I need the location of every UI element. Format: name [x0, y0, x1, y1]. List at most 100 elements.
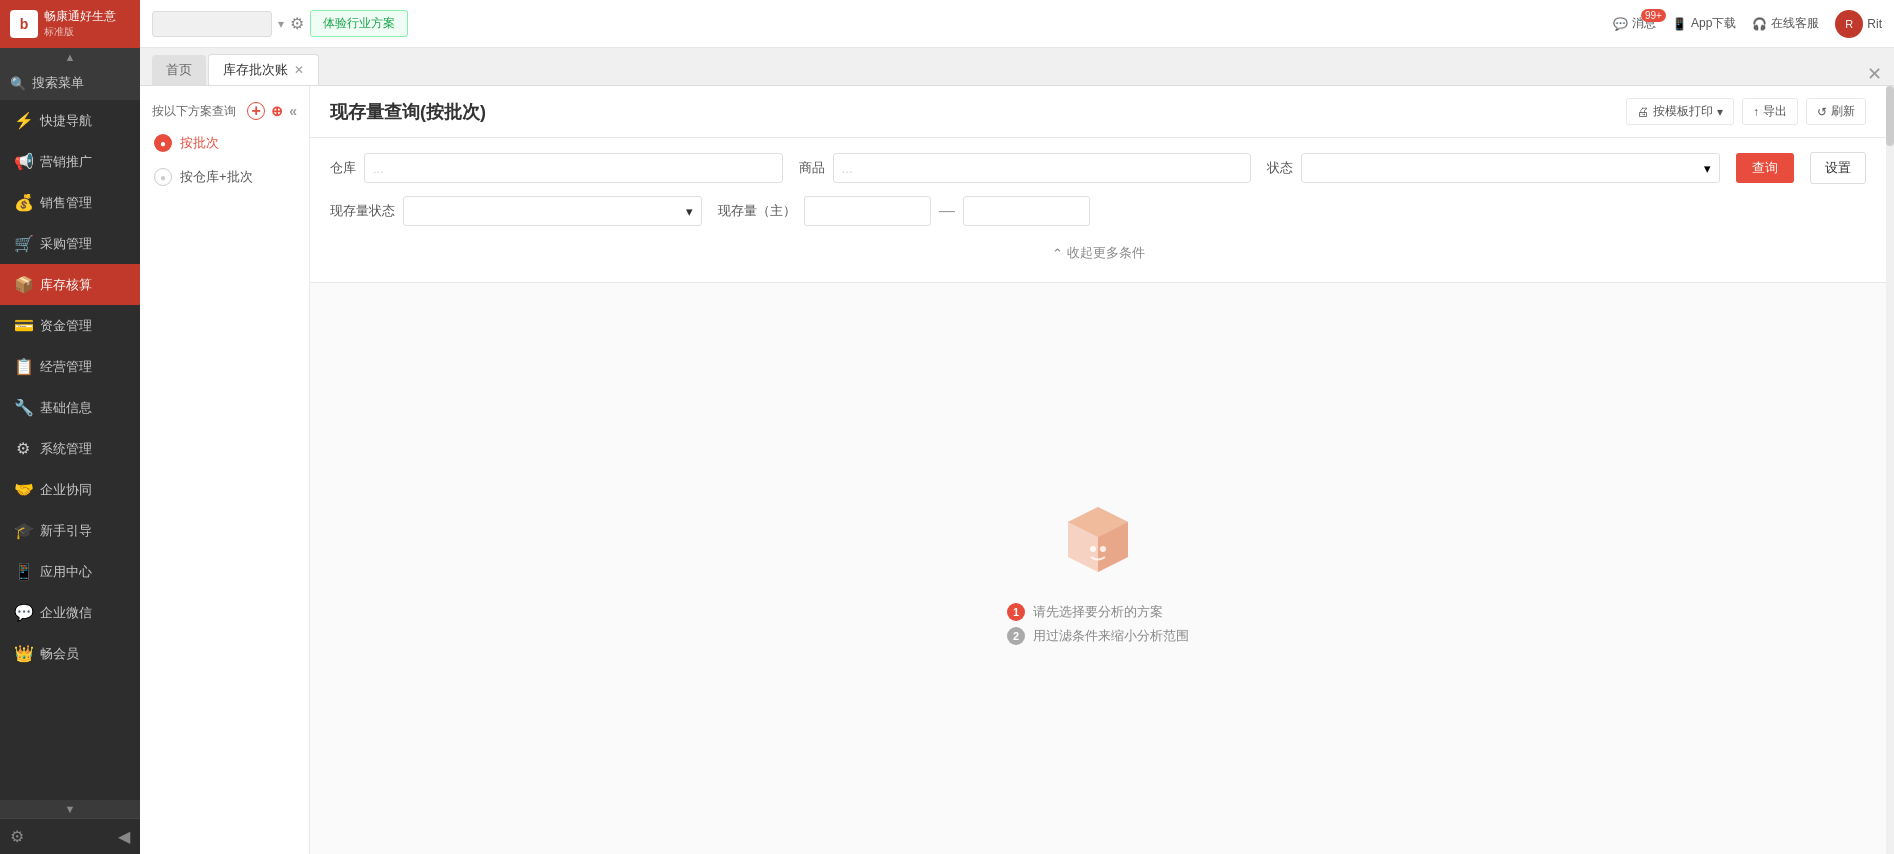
settings-icon[interactable]: ⚙ [10, 827, 24, 846]
app-title-block: 畅康通好生意 标准版 [44, 9, 116, 39]
app-download-btn[interactable]: 📱 App下载 [1672, 15, 1736, 32]
sidebar-item-purchase[interactable]: 🛒 采购管理 [0, 223, 140, 264]
status-label: 状态 [1267, 159, 1293, 177]
tip-number-1: 1 [1007, 603, 1025, 621]
left-panel-header: 按以下方案查询 + ⊕ « [140, 96, 309, 126]
main-area: ▾ ⚙ 体验行业方案 💬 消息 99+ 📱 App下载 🎧 在线客服 R Rit [140, 0, 1894, 854]
wechat-icon: 💬 [14, 603, 32, 622]
sidebar-item-label: 基础信息 [40, 399, 92, 417]
tabs-bar: 首页 库存批次账 ✕ ✕ [140, 48, 1894, 86]
tip-text-2: 用过滤条件来缩小分析范围 [1033, 627, 1189, 645]
sidebar-item-finance[interactable]: 💳 资金管理 [0, 305, 140, 346]
sidebar-item-member[interactable]: 👑 畅会员 [0, 633, 140, 674]
settings-scheme-icon[interactable]: ⊕ [271, 103, 283, 119]
sidebar-item-shortcuts[interactable]: ⚡ 快捷导航 [0, 100, 140, 141]
empty-state: 1 请先选择要分析的方案 2 用过滤条件来缩小分析范围 [1007, 487, 1189, 651]
sidebar-item-system[interactable]: ⚙ 系统管理 [0, 428, 140, 469]
topbar-dropdown-icon[interactable]: ▾ [278, 17, 284, 31]
page-title: 现存量查询(按批次) [330, 100, 486, 124]
sidebar-item-newbie[interactable]: 🎓 新手引导 [0, 510, 140, 551]
user-avatar[interactable]: R Rit [1835, 10, 1882, 38]
sidebar-item-label: 应用中心 [40, 563, 92, 581]
stock-status-label: 现存量状态 [330, 202, 395, 220]
tab-home[interactable]: 首页 [152, 55, 206, 85]
scheme-by-batch[interactable]: ● 按批次 [140, 126, 309, 160]
warehouse-input[interactable]: ... [364, 153, 783, 183]
scroll-thumb[interactable] [1886, 86, 1894, 146]
phone-icon: 📱 [1672, 17, 1687, 31]
scheme-icon-inactive: ● [154, 168, 172, 186]
scheme-icon-active: ● [154, 134, 172, 152]
stock-qty-filter-group: 现存量（主） — [718, 196, 1090, 226]
experience-btn[interactable]: 体验行业方案 [310, 10, 408, 37]
query-btn[interactable]: 查询 [1736, 153, 1794, 183]
purchase-icon: 🛒 [14, 234, 32, 253]
product-filter-group: 商品 ... [799, 153, 1252, 183]
app-download-label: App下载 [1691, 15, 1736, 32]
sidebar-search[interactable]: 🔍 搜索菜单 [0, 66, 140, 100]
settings-btn[interactable]: 设置 [1810, 152, 1866, 184]
empty-tip-1: 1 请先选择要分析的方案 [1007, 603, 1189, 621]
filter-area: 仓库 ... 商品 ... 状态 [310, 138, 1886, 283]
sidebar-item-label: 畅会员 [40, 645, 79, 663]
topbar-gear-icon[interactable]: ⚙ [290, 14, 304, 33]
sidebar-item-basic[interactable]: 🔧 基础信息 [0, 387, 140, 428]
app-name: 畅康通好生意 [44, 9, 116, 25]
tab-inventory-batch-label: 库存批次账 [223, 61, 288, 79]
topbar-search-input[interactable] [152, 11, 272, 37]
marketing-icon: 📢 [14, 152, 32, 171]
stock-qty-max[interactable] [963, 196, 1090, 226]
sidebar-item-apps[interactable]: 📱 应用中心 [0, 551, 140, 592]
operations-icon: 📋 [14, 357, 32, 376]
tab-close-icon[interactable]: ✕ [294, 63, 304, 77]
tip-text-1: 请先选择要分析的方案 [1033, 603, 1163, 621]
sidebar-item-operations[interactable]: 📋 经营管理 [0, 346, 140, 387]
scheme-by-warehouse-batch[interactable]: ● 按仓库+批次 [140, 160, 309, 194]
sidebar-footer: ⚙ ◀ [0, 818, 140, 854]
sidebar-item-inventory[interactable]: 📦 库存核算 [0, 264, 140, 305]
collapse-sidebar-icon[interactable]: ◀ [118, 827, 130, 846]
sidebar-item-enterprise[interactable]: 🤝 企业协同 [0, 469, 140, 510]
print-template-btn[interactable]: 🖨 按模板打印 ▾ [1626, 98, 1734, 125]
finance-icon: 💳 [14, 316, 32, 335]
status-chevron-icon: ▾ [1704, 161, 1711, 176]
messages-btn[interactable]: 💬 消息 99+ [1613, 15, 1656, 32]
app-edition: 标准版 [44, 25, 116, 39]
topbar-left: ▾ ⚙ 体验行业方案 [152, 10, 1605, 37]
filter-dash: — [939, 202, 955, 220]
left-panel-title: 按以下方案查询 [152, 103, 236, 120]
topbar: ▾ ⚙ 体验行业方案 💬 消息 99+ 📱 App下载 🎧 在线客服 R Rit [140, 0, 1894, 48]
app-logo: b [10, 10, 38, 38]
sidebar-item-wechat[interactable]: 💬 企业微信 [0, 592, 140, 633]
collapse-more-btn[interactable]: ⌃ 收起更多条件 [330, 238, 1866, 268]
add-icon[interactable]: + [247, 102, 265, 120]
sidebar-item-label: 企业微信 [40, 604, 92, 622]
sidebar-item-label: 经营管理 [40, 358, 92, 376]
sidebar-scroll-down[interactable]: ▼ [0, 800, 140, 818]
sidebar-item-label: 采购管理 [40, 235, 92, 253]
export-btn[interactable]: ↑ 导出 [1742, 98, 1798, 125]
print-dropdown-icon[interactable]: ▾ [1717, 105, 1723, 119]
left-panel: 按以下方案查询 + ⊕ « ● 按批次 ● 按仓库+批次 [140, 86, 310, 854]
stock-qty-min[interactable] [804, 196, 931, 226]
close-button[interactable]: ✕ [1867, 63, 1882, 85]
sidebar-item-sales[interactable]: 💰 销售管理 [0, 182, 140, 223]
sidebar-item-label: 快捷导航 [40, 112, 92, 130]
sidebar-search-label: 搜索菜单 [32, 74, 84, 92]
collapse-left-icon[interactable]: « [289, 103, 297, 119]
scheme-warehouse-batch-label: 按仓库+批次 [180, 168, 253, 186]
refresh-btn[interactable]: ↺ 刷新 [1806, 98, 1866, 125]
basic-icon: 🔧 [14, 398, 32, 417]
warehouse-filter-group: 仓库 ... [330, 153, 783, 183]
sidebar-scroll-up[interactable]: ▲ [0, 48, 140, 66]
status-select[interactable]: ▾ [1301, 153, 1720, 183]
sidebar-item-label: 销售管理 [40, 194, 92, 212]
tab-inventory-batch[interactable]: 库存批次账 ✕ [208, 54, 319, 85]
inventory-icon: 📦 [14, 275, 32, 294]
stock-status-select[interactable]: ▾ [403, 196, 702, 226]
data-area: 1 请先选择要分析的方案 2 用过滤条件来缩小分析范围 [310, 283, 1886, 854]
product-input[interactable]: ... [833, 153, 1252, 183]
sidebar-item-marketing[interactable]: 📢 营销推广 [0, 141, 140, 182]
online-service-btn[interactable]: 🎧 在线客服 [1752, 15, 1819, 32]
scrollbar[interactable] [1886, 86, 1894, 854]
